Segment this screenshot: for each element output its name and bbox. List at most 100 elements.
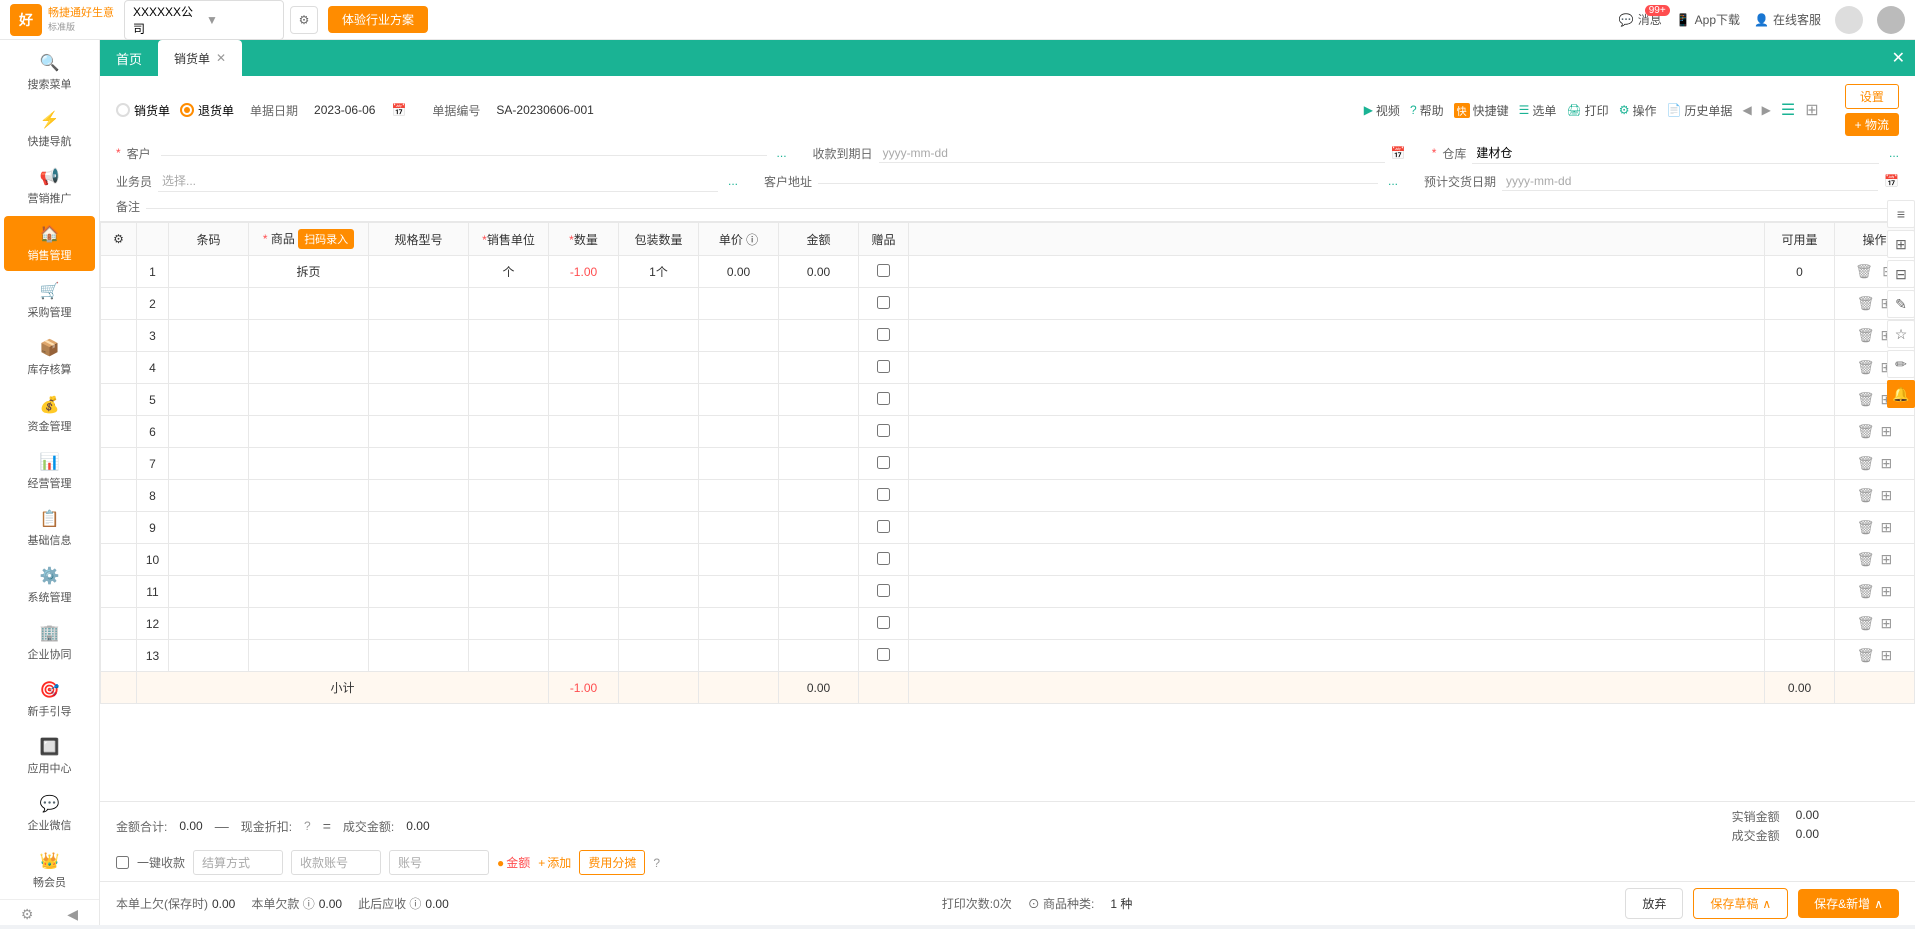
help-action[interactable]: ? 帮助	[1410, 102, 1444, 119]
nav-next-icon[interactable]: ▶	[1762, 103, 1771, 117]
customer-input[interactable]	[161, 151, 767, 156]
sidebar-collapse-button[interactable]: ◀	[67, 906, 78, 923]
row1-gift[interactable]	[859, 256, 909, 288]
row-delete-button[interactable]: 🗑	[1854, 359, 1878, 376]
view-grid-icon[interactable]: ⊞	[1805, 100, 1818, 120]
tab-home[interactable]: 首页	[100, 40, 158, 76]
row-gift-checkbox[interactable]	[877, 488, 890, 501]
row1-product[interactable]: 拆页	[249, 256, 369, 288]
row-gift-checkbox[interactable]	[877, 392, 890, 405]
scan-button[interactable]: 扫码录入	[298, 229, 354, 249]
account-number-input[interactable]: 账号	[389, 850, 489, 875]
sidebar-item-system[interactable]: ⚙️ 系统管理	[4, 558, 95, 613]
sidebar-item-enterprise[interactable]: 🏢 企业协同	[4, 615, 95, 670]
row-delete-button[interactable]: 🗑	[1854, 551, 1878, 568]
row-gift-checkbox[interactable]	[877, 584, 890, 597]
row1-remark[interactable]	[909, 256, 1765, 288]
row-copy-button[interactable]: ⊞	[1878, 551, 1896, 568]
discard-button[interactable]: 放弃	[1625, 888, 1683, 919]
due-date-calendar-icon[interactable]: 📅	[1391, 146, 1406, 160]
nav-prev-icon[interactable]: ◀	[1742, 103, 1751, 117]
row-delete-button[interactable]: 🗑	[1854, 423, 1878, 440]
row-copy-button[interactable]: ⊞	[1878, 583, 1896, 600]
avatar-extra[interactable]	[1877, 6, 1905, 34]
sidebar-item-finance[interactable]: 💰 资金管理	[4, 387, 95, 442]
discount-help-icon[interactable]: ?	[304, 819, 311, 833]
add-payment-button[interactable]: + 添加	[538, 854, 571, 871]
sidebar-item-members[interactable]: 👑 畅会员	[4, 843, 95, 898]
video-action[interactable]: ▶ 视频	[1364, 102, 1400, 119]
row-delete-button[interactable]: 🗑	[1854, 519, 1878, 536]
expected-date-calendar-icon[interactable]: 📅	[1884, 174, 1899, 188]
warehouse-dots[interactable]: ...	[1889, 146, 1899, 160]
row1-gift-checkbox[interactable]	[877, 264, 890, 277]
sidebar-item-basic[interactable]: 📋 基础信息	[4, 501, 95, 556]
app-download-button[interactable]: 📱 App下载	[1676, 11, 1740, 28]
doc-settings-button[interactable]: 设置	[1845, 84, 1899, 109]
account-select[interactable]: 收款账号	[291, 850, 381, 875]
row1-spec[interactable]	[369, 256, 469, 288]
row-gift-checkbox[interactable]	[877, 296, 890, 309]
expected-date-input[interactable]: yyyy-mm-dd	[1502, 172, 1878, 191]
row-gift-checkbox[interactable]	[877, 520, 890, 533]
row1-pack-qty[interactable]: 1个	[619, 256, 699, 288]
col-header-settings[interactable]: ⚙	[101, 223, 137, 256]
row1-unit[interactable]: 个	[469, 256, 549, 288]
fee-help-icon[interactable]: ?	[653, 856, 660, 870]
row-delete-button[interactable]: 🗑	[1854, 647, 1878, 664]
notes-input[interactable]	[146, 204, 1899, 209]
avatar[interactable]	[1835, 6, 1863, 34]
row-gift-checkbox[interactable]	[877, 648, 890, 661]
float-btn-4[interactable]: ✎	[1887, 290, 1915, 318]
row-gift-checkbox[interactable]	[877, 456, 890, 469]
row-copy-button[interactable]: ⊞	[1878, 487, 1896, 504]
row-delete-button[interactable]: 🗑	[1854, 327, 1878, 344]
row-gift-checkbox[interactable]	[877, 328, 890, 341]
tab-bar-close-button[interactable]: ✕	[1892, 48, 1905, 68]
row-gift-checkbox[interactable]	[877, 360, 890, 373]
row1-qty[interactable]: -1.00	[549, 256, 619, 288]
view-list-icon[interactable]: ☰	[1781, 100, 1795, 120]
sidebar-item-apps[interactable]: 🔲 应用中心	[4, 729, 95, 784]
print-action[interactable]: 🖨 打印	[1566, 102, 1608, 119]
radio-sales-order[interactable]: 销货单	[116, 102, 170, 119]
sidebar-item-search[interactable]: 🔍 搜索菜单	[4, 45, 95, 100]
sidebar-item-wechat[interactable]: 💬 企业微信	[4, 786, 95, 841]
customer-dots[interactable]: ...	[777, 146, 787, 160]
sidebar-settings-button[interactable]: ⚙	[21, 906, 34, 923]
row1-barcode[interactable]	[169, 256, 249, 288]
row1-price[interactable]: 0.00	[699, 256, 779, 288]
customer-address-input[interactable]	[818, 179, 1378, 184]
row-copy-button[interactable]: ⊞	[1878, 455, 1896, 472]
row-copy-button[interactable]: ⊞	[1878, 519, 1896, 536]
sidebar-item-guide[interactable]: 🎯 新手引导	[4, 672, 95, 727]
row-delete-button[interactable]: 🗑	[1854, 391, 1878, 408]
float-btn-6[interactable]: ✏	[1887, 350, 1915, 378]
shortcut-action[interactable]: 快 快捷键	[1454, 102, 1509, 119]
salesperson-input[interactable]: 选择...	[158, 170, 718, 192]
radio-return-order[interactable]: 退货单	[180, 102, 234, 119]
row-delete-button[interactable]: 🗑	[1854, 455, 1878, 472]
row-delete-button[interactable]: 🗑	[1854, 583, 1878, 600]
online-service-button[interactable]: 👤 在线客服	[1754, 11, 1821, 28]
operations-action[interactable]: ⚙ 操作	[1619, 102, 1657, 119]
float-btn-3[interactable]: ⊟	[1887, 260, 1915, 288]
row-delete-button[interactable]: 🗑	[1854, 615, 1878, 632]
save-new-button[interactable]: 保存&新增 ∧	[1798, 889, 1899, 918]
sidebar-item-purchase[interactable]: 🛒 采购管理	[4, 273, 95, 328]
salesperson-dots[interactable]: ...	[728, 174, 738, 188]
fee-split-button[interactable]: 费用分摊	[579, 850, 645, 875]
customer-address-dots[interactable]: ...	[1388, 174, 1398, 188]
message-button[interactable]: 💬 消息 99+	[1619, 11, 1662, 28]
tab-sales-order[interactable]: 销货单 ✕	[158, 40, 242, 76]
history-action[interactable]: 📄 历史单据	[1666, 102, 1732, 119]
row-delete-button[interactable]: 🗑	[1854, 487, 1878, 504]
one-click-pay-checkbox[interactable]	[116, 856, 129, 869]
float-btn-1[interactable]: ≡	[1887, 200, 1915, 228]
row1-delete-button[interactable]: 🗑	[1852, 263, 1876, 280]
row-gift-checkbox[interactable]	[877, 552, 890, 565]
due-date-input[interactable]: yyyy-mm-dd	[879, 144, 1385, 163]
row-delete-button[interactable]: 🗑	[1854, 295, 1878, 312]
payment-method-select[interactable]: 结算方式	[193, 850, 283, 875]
row-copy-button[interactable]: ⊞	[1878, 615, 1896, 632]
